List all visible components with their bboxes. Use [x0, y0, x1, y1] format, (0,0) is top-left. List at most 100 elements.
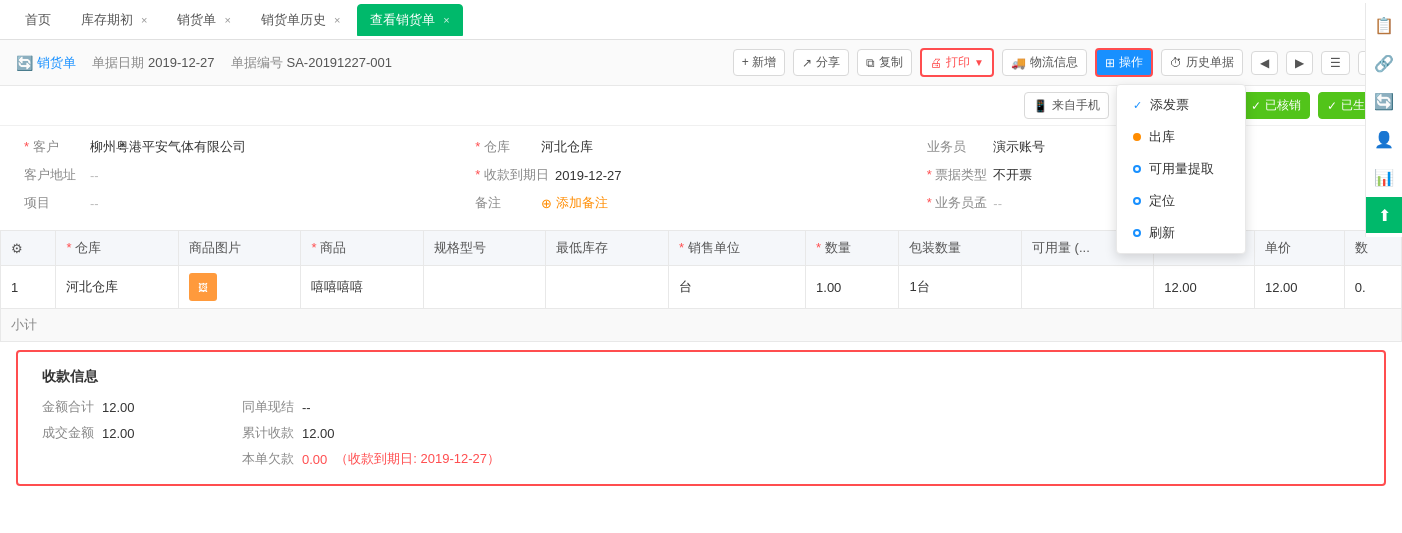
customer-value: 柳州粤港平安气体有限公司: [90, 138, 246, 156]
dropdown-add-invoice[interactable]: ✓ 添发票: [1117, 89, 1245, 121]
copy-label: 复制: [879, 54, 903, 71]
tab-bar: 首页 库存期初 × 销货单 × 销货单历史 × 查看销货单 × ×: [0, 0, 1402, 40]
print-button[interactable]: 🖨 打印 ▼: [920, 48, 994, 77]
share-button[interactable]: ↗ 分享: [793, 49, 849, 76]
tab-home[interactable]: 首页: [12, 4, 64, 36]
dropdown-locate-label: 定位: [1149, 192, 1175, 210]
cell-pack-qty: 1台: [899, 266, 1022, 309]
project-label: 项目: [24, 194, 84, 212]
sold-btn[interactable]: ✓ 已核销: [1242, 92, 1310, 119]
staff-label: 业务员: [927, 138, 987, 156]
history-button[interactable]: ⏱ 历史单据: [1161, 49, 1243, 76]
col-product: 商品: [301, 231, 424, 266]
add-icon: ⊕: [541, 196, 552, 211]
doc-number-field: 单据编号 SA-20191227-001: [231, 54, 393, 72]
cell-quantity: 1.00: [806, 266, 899, 309]
product-thumbnail: 🖼: [189, 273, 217, 301]
share-label: 分享: [816, 54, 840, 71]
dropdown-refresh-label: 刷新: [1149, 224, 1175, 242]
sidebar-icon-1[interactable]: 📋: [1366, 7, 1402, 43]
cell-spec: [423, 266, 546, 309]
total-item: 金额合计 12.00: [42, 398, 242, 416]
summary-section: 收款信息 金额合计 12.00 同单现结 -- 成交金额 12.00 累计收款 …: [16, 350, 1386, 486]
dropdown-quantity-label: 可用量提取: [1149, 160, 1214, 178]
tab-sales-label: 销货单: [177, 11, 216, 29]
summary-grid: 金额合计 12.00 同单现结 -- 成交金额 12.00 累计收款 12.00…: [42, 398, 1360, 468]
nav-prev-button[interactable]: ◀: [1251, 51, 1278, 75]
transaction-label: 成交金额: [42, 424, 94, 442]
cell-min-stock: [546, 266, 669, 309]
operations-label: 操作: [1119, 54, 1143, 71]
transaction-value: 12.00: [102, 426, 135, 441]
total-label: 金额合计: [42, 398, 94, 416]
tab-inventory-close[interactable]: ×: [141, 14, 147, 26]
add-note-label: 添加备注: [556, 194, 608, 212]
from-phone-btn[interactable]: 📱 来自手机: [1024, 92, 1109, 119]
sidebar-icon-2[interactable]: 🔗: [1366, 45, 1402, 81]
sidebar-icon-5[interactable]: 📊: [1366, 159, 1402, 195]
sidebar-icon-expand[interactable]: ⬆: [1366, 197, 1402, 233]
dropdown-refresh[interactable]: 刷新: [1117, 217, 1245, 249]
cumulative-item: 累计收款 12.00: [242, 424, 442, 442]
operations-dropdown: ✓ 添发票 出库 可用量提取 定位 刷新: [1116, 84, 1246, 254]
operations-button[interactable]: ⊞ 操作: [1095, 48, 1153, 77]
nav-next-button[interactable]: ▶: [1286, 51, 1313, 75]
cell-stock: 12.00: [1154, 266, 1255, 309]
same-order-label: 同单现结: [242, 398, 294, 416]
tab-view-sales-close[interactable]: ×: [443, 14, 449, 26]
from-phone-label: 来自手机: [1052, 97, 1100, 114]
copy-button[interactable]: ⧉ 复制: [857, 49, 912, 76]
dropdown-ship-label: 出库: [1149, 128, 1175, 146]
logistics-icon: 🚚: [1011, 56, 1026, 70]
col-settings[interactable]: ⚙: [1, 231, 56, 266]
due-note: （收款到期日: 2019-12-27）: [335, 450, 500, 468]
project-field: 项目 --: [24, 194, 475, 212]
payment-date-label: 收款到期日: [475, 166, 549, 184]
add-note-button[interactable]: ⊕ 添加备注: [541, 194, 608, 212]
tab-view-sales[interactable]: 查看销货单 ×: [357, 4, 462, 36]
tab-sales-close[interactable]: ×: [224, 14, 230, 26]
address-field: 客户地址 --: [24, 166, 475, 184]
tab-inventory[interactable]: 库存期初 ×: [68, 4, 160, 36]
tab-sales-history-label: 销货单历史: [261, 11, 326, 29]
view-toggle-list[interactable]: ☰: [1321, 51, 1350, 75]
dot-blue-icon: [1133, 165, 1141, 173]
dot-orange-icon: [1133, 133, 1141, 141]
payment-date-field: 收款到期日 2019-12-27: [475, 166, 926, 184]
new-button[interactable]: + 新增: [733, 49, 785, 76]
tab-sales[interactable]: 销货单 ×: [164, 4, 243, 36]
new-label: + 新增: [742, 54, 776, 71]
customer-field: 客户 柳州粤港平安气体有限公司: [24, 138, 475, 156]
col-spec: 规格型号: [423, 231, 546, 266]
effective-icon: ✓: [1327, 99, 1337, 113]
due-value: 0.00: [302, 452, 327, 467]
print-dropdown-icon: ▼: [974, 57, 984, 68]
cell-product: 嘻嘻嘻嘻: [301, 266, 424, 309]
col-warehouse: 仓库: [56, 231, 179, 266]
logistics-label: 物流信息: [1030, 54, 1078, 71]
sidebar-icon-4[interactable]: 👤: [1366, 121, 1402, 157]
cell-amount: 0.: [1344, 266, 1401, 309]
same-order-value: --: [302, 400, 311, 415]
dropdown-locate[interactable]: 定位: [1117, 185, 1245, 217]
cell-index: 1: [1, 266, 56, 309]
note-field: 备注 ⊕ 添加备注: [475, 194, 926, 212]
transaction-item: 成交金额 12.00: [42, 424, 242, 442]
salesperson-label: 业务员孟: [927, 194, 988, 212]
warehouse-field: 仓库 河北仓库: [475, 138, 926, 156]
cell-sales-unit: 台: [668, 266, 805, 309]
doc-number-label: 单据编号: [231, 54, 283, 72]
total-value: 12.00: [102, 400, 135, 415]
history-icon: ⏱: [1170, 56, 1182, 70]
dropdown-quantity[interactable]: 可用量提取: [1117, 153, 1245, 185]
tab-sales-history[interactable]: 销货单历史 ×: [248, 4, 353, 36]
sold-icon: ✓: [1251, 99, 1261, 113]
subtotal-label: 小计: [1, 309, 1402, 342]
dropdown-ship[interactable]: 出库: [1117, 121, 1245, 153]
staff-value: 演示账号: [993, 138, 1045, 156]
doc-header: 🔄 销货单 单据日期 2019-12-27 单据编号 SA-20191227-0…: [0, 40, 1402, 86]
logistics-button[interactable]: 🚚 物流信息: [1002, 49, 1087, 76]
sidebar-icon-3[interactable]: 🔄: [1366, 83, 1402, 119]
ticket-type-value: 不开票: [993, 166, 1032, 184]
tab-sales-history-close[interactable]: ×: [334, 14, 340, 26]
